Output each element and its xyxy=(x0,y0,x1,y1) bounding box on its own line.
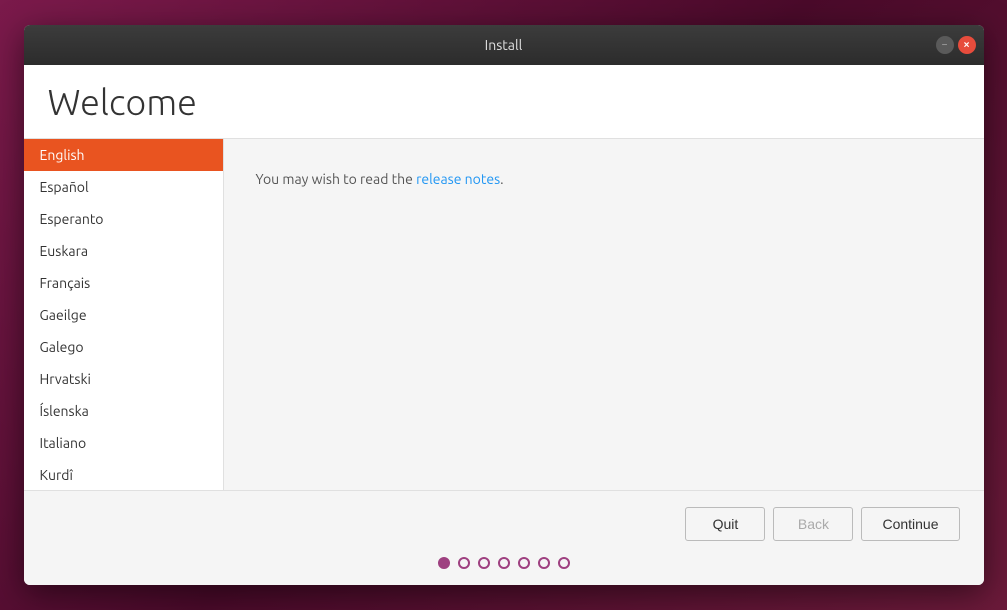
lang-item-english[interactable]: English xyxy=(24,139,223,171)
close-button[interactable]: × xyxy=(958,36,976,54)
lang-item-hrvatski[interactable]: Hrvatski xyxy=(24,363,223,395)
page-title-bar: Welcome xyxy=(24,65,984,139)
language-list: EnglishEspañolEsperantoEuskaraFrançaisGa… xyxy=(24,139,224,490)
progress-dot-5 xyxy=(538,557,550,569)
close-icon: × xyxy=(964,40,970,51)
bottom-area: Quit Back Continue xyxy=(24,490,984,585)
lang-item-italiano[interactable]: Italiano xyxy=(24,427,223,459)
progress-dot-0 xyxy=(438,557,450,569)
lang-item-kurdi[interactable]: Kurdî xyxy=(24,459,223,490)
progress-dot-3 xyxy=(498,557,510,569)
titlebar-buttons: − × xyxy=(936,36,976,54)
release-notes-text: You may wish to read the release notes. xyxy=(256,171,952,187)
lang-item-euskara[interactable]: Euskara xyxy=(24,235,223,267)
right-panel: You may wish to read the release notes. xyxy=(224,139,984,490)
progress-dot-4 xyxy=(518,557,530,569)
lang-item-islenska[interactable]: Íslenska xyxy=(24,395,223,427)
progress-dot-1 xyxy=(458,557,470,569)
minimize-icon: − xyxy=(942,40,948,51)
progress-dot-6 xyxy=(558,557,570,569)
lang-item-gaeilge[interactable]: Gaeilge xyxy=(24,299,223,331)
progress-dot-2 xyxy=(478,557,490,569)
release-notes-prefix: You may wish to read the xyxy=(256,171,417,187)
main-content: EnglishEspañolEsperantoEuskaraFrançaisGa… xyxy=(24,139,984,490)
lang-item-francais[interactable]: Français xyxy=(24,267,223,299)
lang-item-galego[interactable]: Galego xyxy=(24,331,223,363)
quit-button[interactable]: Quit xyxy=(685,507,765,541)
titlebar: Install − × xyxy=(24,25,984,65)
install-window: Install − × Welcome EnglishEspañolEspera… xyxy=(24,25,984,585)
content-area: Welcome EnglishEspañolEsperantoEuskaraFr… xyxy=(24,65,984,585)
button-row: Quit Back Continue xyxy=(48,507,960,541)
page-title: Welcome xyxy=(48,81,960,122)
lang-item-esperanto[interactable]: Esperanto xyxy=(24,203,223,235)
progress-dots xyxy=(438,557,570,569)
window-title: Install xyxy=(485,37,523,53)
release-notes-link[interactable]: release notes xyxy=(416,171,500,187)
lang-item-espanol[interactable]: Español xyxy=(24,171,223,203)
release-notes-suffix: . xyxy=(500,171,503,187)
minimize-button[interactable]: − xyxy=(936,36,954,54)
back-button[interactable]: Back xyxy=(773,507,853,541)
continue-button[interactable]: Continue xyxy=(861,507,959,541)
